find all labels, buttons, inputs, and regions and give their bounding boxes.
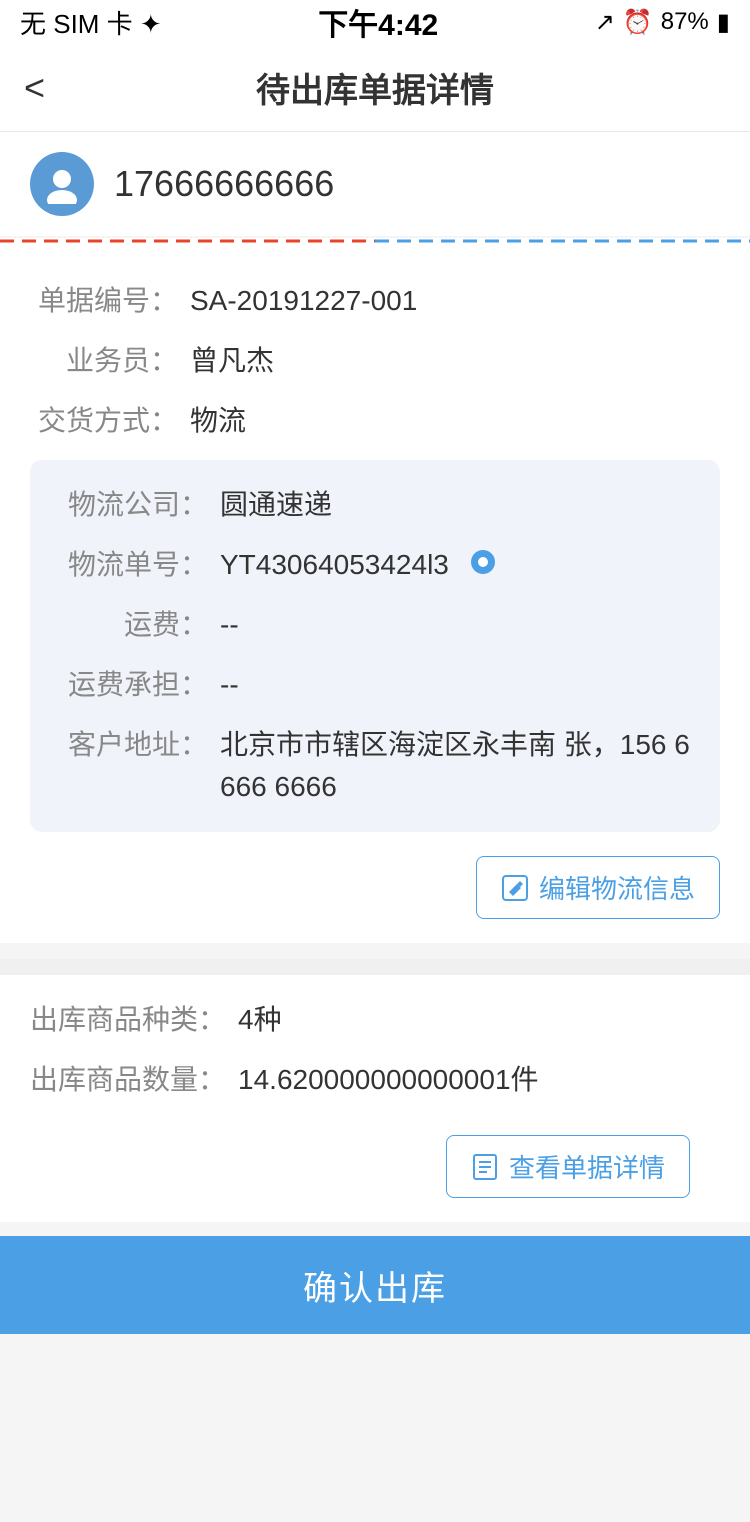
- back-icon: <: [24, 67, 45, 108]
- sales-person-label: 业务员：: [30, 340, 190, 382]
- freight-value: --: [220, 604, 690, 646]
- status-time: 下午4:42: [318, 0, 438, 44]
- address-value: 北京市市辖区海淀区永丰南 张，156 6666 6666: [220, 724, 690, 808]
- logistics-company-label: 物流公司：: [60, 484, 220, 526]
- tracking-number-value: YT43064053424l3: [220, 544, 690, 586]
- edit-logistics-label: 编辑物流信息: [539, 869, 695, 906]
- dashed-divider-container: [0, 238, 750, 256]
- view-details-btn-row: 查看单据详情: [30, 1119, 720, 1222]
- edit-btn-row: 编辑物流信息: [30, 848, 720, 919]
- delivery-method-label: 交货方式：: [30, 400, 190, 442]
- edit-icon: [501, 874, 529, 902]
- delivery-method-value: 物流: [190, 400, 720, 442]
- goods-type-label: 出库商品种类：: [30, 999, 238, 1041]
- freight-label: 运费：: [60, 604, 220, 646]
- tracking-number-label: 物流单号：: [60, 544, 220, 586]
- logistics-company-value: 圆通速递: [220, 484, 690, 526]
- logistics-company-row: 物流公司： 圆通速递: [60, 484, 690, 526]
- sales-person-value: 曾凡杰: [190, 340, 720, 382]
- status-bar: 无 SIM 卡 ✦ 下午4:42 ↗ ⏰ 87% ▮: [0, 0, 750, 44]
- address-row: 客户地址： 北京市市辖区海淀区永丰南 张，156 6666 6666: [60, 724, 690, 808]
- goods-type-value: 4种: [238, 999, 720, 1041]
- location-icon[interactable]: [465, 547, 501, 583]
- goods-quantity-row: 出库商品数量： 14.620000000000001件: [30, 1059, 720, 1101]
- document-number-value: SA-20191227-001: [190, 280, 720, 322]
- tracking-number-row: 物流单号： YT43064053424l3: [60, 544, 690, 586]
- location-status-icon: ↗: [595, 8, 615, 37]
- goods-type-row: 出库商品种类： 4种: [30, 999, 720, 1041]
- confirm-button[interactable]: 确认出库: [0, 1236, 750, 1334]
- battery-icon: ▮: [717, 8, 730, 37]
- view-details-label: 查看单据详情: [509, 1148, 665, 1185]
- goods-quantity-value: 14.620000000000001件: [238, 1059, 720, 1101]
- freight-bearer-value: --: [220, 664, 690, 706]
- basic-info-section: 单据编号： SA-20191227-001 业务员： 曾凡杰 交货方式： 物流 …: [0, 256, 750, 943]
- sim-status: 无 SIM 卡 ✦: [20, 4, 162, 41]
- freight-bearer-row: 运费承担： --: [60, 664, 690, 706]
- document-icon: [471, 1153, 499, 1181]
- back-button[interactable]: <: [24, 67, 45, 109]
- dashed-divider: [0, 238, 750, 244]
- document-number-row: 单据编号： SA-20191227-001: [30, 280, 720, 322]
- alarm-icon: ⏰: [623, 8, 653, 37]
- delivery-method-row: 交货方式： 物流: [30, 400, 720, 442]
- sales-person-row: 业务员： 曾凡杰: [30, 340, 720, 382]
- status-left: 无 SIM 卡 ✦: [20, 4, 162, 41]
- tracking-number-text: YT43064053424l3: [220, 544, 449, 586]
- confirm-button-label: 确认出库: [303, 1261, 447, 1310]
- logistics-card: 物流公司： 圆通速递 物流单号： YT43064053424l3 运费： --: [30, 460, 720, 832]
- customer-phone: 17666666666: [114, 163, 334, 205]
- freight-row: 运费： --: [60, 604, 690, 646]
- battery-level: 87%: [661, 8, 709, 36]
- nav-bar: < 待出库单据详情: [0, 44, 750, 132]
- page-title: 待出库单据详情: [256, 63, 494, 112]
- divider-svg: [0, 238, 750, 244]
- goods-section: 出库商品种类： 4种 出库商品数量： 14.620000000000001件 查…: [0, 975, 750, 1222]
- status-right: ↗ ⏰ 87% ▮: [595, 8, 730, 37]
- section-divider: [0, 959, 750, 975]
- view-details-button[interactable]: 查看单据详情: [446, 1135, 690, 1198]
- document-number-label: 单据编号：: [30, 280, 190, 322]
- address-label: 客户地址：: [60, 724, 220, 766]
- freight-bearer-label: 运费承担：: [60, 664, 220, 706]
- edit-logistics-button[interactable]: 编辑物流信息: [476, 856, 720, 919]
- user-icon: [42, 164, 82, 204]
- customer-row: 17666666666: [0, 132, 750, 236]
- avatar: [30, 152, 94, 216]
- goods-quantity-label: 出库商品数量：: [30, 1059, 238, 1101]
